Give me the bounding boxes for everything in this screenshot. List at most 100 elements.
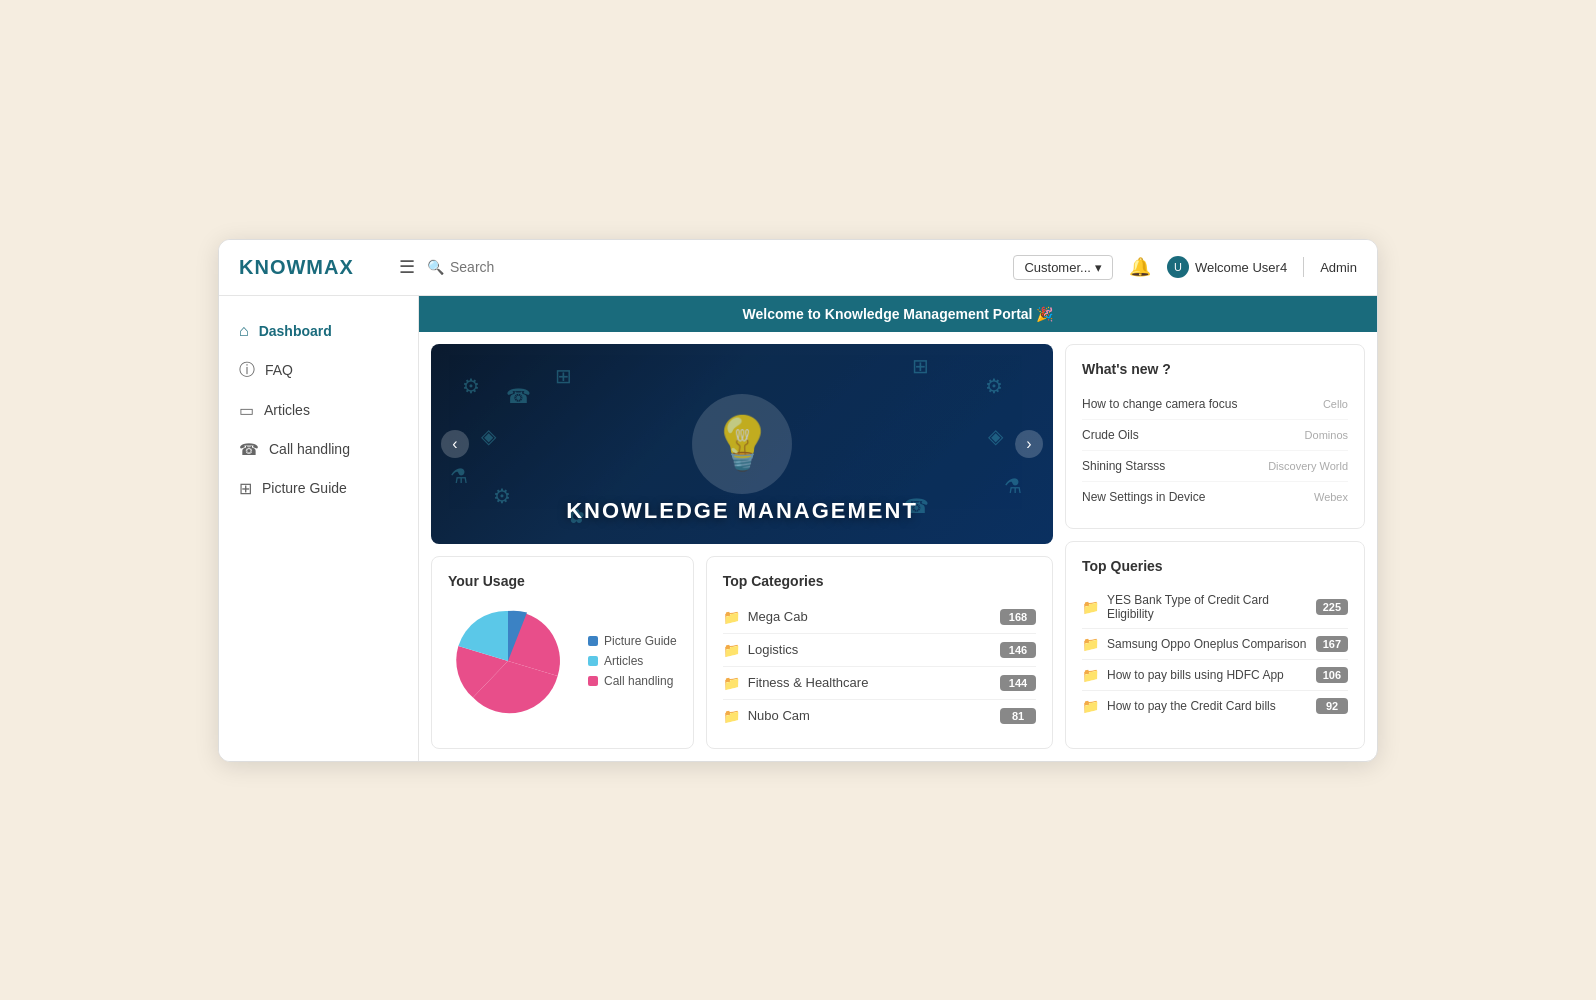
home-icon: ⌂ bbox=[239, 322, 249, 340]
list-item: 📁 YES Bank Type of Credit Card Eligibili… bbox=[1082, 586, 1348, 629]
category-name: Logistics bbox=[748, 642, 799, 657]
news-source: Webex bbox=[1314, 491, 1348, 503]
news-source: Discovery World bbox=[1268, 460, 1348, 472]
usage-card: Your Usage bbox=[431, 556, 694, 749]
category-name: Nubo Cam bbox=[748, 708, 810, 723]
category-count: 146 bbox=[1000, 642, 1036, 658]
sidebar-item-articles[interactable]: ▭ Articles bbox=[219, 391, 418, 430]
phone-icon: ☎ bbox=[239, 440, 259, 459]
list-item: Shining Starsss Discovery World bbox=[1082, 451, 1348, 482]
customer-label: Customer... bbox=[1024, 260, 1090, 275]
logo: KNOWMAX bbox=[239, 256, 399, 279]
legend-label: Call handling bbox=[604, 674, 673, 688]
divider bbox=[1303, 257, 1304, 277]
query-text: How to pay bills using HDFC App bbox=[1107, 668, 1284, 682]
welcome-text: Welcome User4 bbox=[1195, 260, 1287, 275]
search-icon: 🔍 bbox=[427, 259, 444, 275]
legend-dot-articles bbox=[588, 656, 598, 666]
legend-dot-picture-guide bbox=[588, 636, 598, 646]
sidebar-item-label: Picture Guide bbox=[262, 480, 347, 496]
query-left: 📁 Samsung Oppo Oneplus Comparison bbox=[1082, 636, 1308, 652]
top-categories-title: Top Categories bbox=[723, 573, 1036, 589]
folder-icon: 📁 bbox=[1082, 599, 1099, 615]
category-left: 📁 Fitness & Healthcare bbox=[723, 675, 869, 691]
list-item: How to change camera focus Cello bbox=[1082, 389, 1348, 420]
news-title: New Settings in Device bbox=[1082, 490, 1205, 504]
table-row: 📁 Nubo Cam 81 bbox=[723, 700, 1036, 732]
category-count: 144 bbox=[1000, 675, 1036, 691]
legend-item-picture-guide: Picture Guide bbox=[588, 634, 677, 648]
list-item: 📁 How to pay the Credit Card bills 92 bbox=[1082, 691, 1348, 721]
category-name: Mega Cab bbox=[748, 609, 808, 624]
query-count: 225 bbox=[1316, 599, 1348, 615]
legend-label: Articles bbox=[604, 654, 643, 668]
sidebar-item-faq[interactable]: ⓘ FAQ bbox=[219, 350, 418, 391]
table-row: 📁 Mega Cab 168 bbox=[723, 601, 1036, 634]
news-title: Shining Starsss bbox=[1082, 459, 1165, 473]
folder-icon: 📁 bbox=[1082, 667, 1099, 683]
folder-icon: 📁 bbox=[723, 708, 740, 724]
legend-dot-call-handling bbox=[588, 676, 598, 686]
sidebar-item-label: Dashboard bbox=[259, 323, 332, 339]
welcome-banner: Welcome to Knowledge Management Portal 🎉 bbox=[419, 296, 1377, 332]
sidebar-item-label: Call handling bbox=[269, 441, 350, 457]
app-container: KNOWMAX ☰ 🔍 Customer... ▾ 🔔 U Welcome Us… bbox=[218, 239, 1378, 762]
news-source: Cello bbox=[1323, 398, 1348, 410]
picture-icon: ⊞ bbox=[239, 479, 252, 498]
hamburger-icon[interactable]: ☰ bbox=[399, 256, 415, 278]
sidebar: ⌂ Dashboard ⓘ FAQ ▭ Articles ☎ Call hand… bbox=[219, 296, 419, 761]
sidebar-item-call-handling[interactable]: ☎ Call handling bbox=[219, 430, 418, 469]
admin-label: Admin bbox=[1320, 260, 1357, 275]
left-panel: ⚙ ⚗ ☎ ⚙ ⊞ ✿ ⊞ ⚙ ⚗ ☎ ◈ ◈ bbox=[431, 344, 1053, 749]
usage-content: Picture Guide Articles Call handling bbox=[448, 601, 677, 721]
top-queries-card: Top Queries 📁 YES Bank Type of Credit Ca… bbox=[1065, 541, 1365, 749]
user-section: U Welcome User4 bbox=[1167, 256, 1287, 278]
category-left: 📁 Logistics bbox=[723, 642, 799, 658]
category-count: 168 bbox=[1000, 609, 1036, 625]
query-left: 📁 YES Bank Type of Credit Card Eligibili… bbox=[1082, 593, 1308, 621]
carousel-prev-button[interactable]: ‹ bbox=[441, 430, 469, 458]
folder-icon: 📁 bbox=[723, 675, 740, 691]
search-wrapper: 🔍 bbox=[427, 259, 827, 275]
sidebar-item-picture-guide[interactable]: ⊞ Picture Guide bbox=[219, 469, 418, 508]
body-layout: ⌂ Dashboard ⓘ FAQ ▭ Articles ☎ Call hand… bbox=[219, 296, 1377, 761]
table-row: 📁 Fitness & Healthcare 144 bbox=[723, 667, 1036, 700]
query-left: 📁 How to pay the Credit Card bills bbox=[1082, 698, 1308, 714]
customer-dropdown[interactable]: Customer... ▾ bbox=[1013, 255, 1112, 280]
legend-label: Picture Guide bbox=[604, 634, 677, 648]
query-text: How to pay the Credit Card bills bbox=[1107, 699, 1276, 713]
bulb-icon: 💡 bbox=[710, 413, 775, 474]
right-panel: What's new ? How to change camera focus … bbox=[1065, 344, 1365, 749]
header-left: ☰ 🔍 bbox=[399, 256, 1013, 278]
legend-item-articles: Articles bbox=[588, 654, 677, 668]
sidebar-item-label: FAQ bbox=[265, 362, 293, 378]
list-item: 📁 How to pay bills using HDFC App 106 bbox=[1082, 660, 1348, 691]
main-content: Welcome to Knowledge Management Portal 🎉… bbox=[419, 296, 1377, 761]
list-item: Crude Oils Dominos bbox=[1082, 420, 1348, 451]
carousel-next-button[interactable]: › bbox=[1015, 430, 1043, 458]
news-title: How to change camera focus bbox=[1082, 397, 1237, 411]
faq-icon: ⓘ bbox=[239, 360, 255, 381]
carousel: ⚙ ⚗ ☎ ⚙ ⊞ ✿ ⊞ ⚙ ⚗ ☎ ◈ ◈ bbox=[431, 344, 1053, 544]
whats-new-title: What's new ? bbox=[1082, 361, 1348, 377]
top-queries-title: Top Queries bbox=[1082, 558, 1348, 574]
folder-icon: 📁 bbox=[1082, 636, 1099, 652]
pie-chart bbox=[448, 601, 568, 721]
query-left: 📁 How to pay bills using HDFC App bbox=[1082, 667, 1308, 683]
category-left: 📁 Nubo Cam bbox=[723, 708, 810, 724]
sidebar-item-dashboard[interactable]: ⌂ Dashboard bbox=[219, 312, 418, 350]
chevron-down-icon: ▾ bbox=[1095, 260, 1102, 275]
query-count: 92 bbox=[1316, 698, 1348, 714]
category-name: Fitness & Healthcare bbox=[748, 675, 869, 690]
bulb-circle: 💡 bbox=[692, 394, 792, 494]
carousel-title: KNOWLEDGE MANAGEMENT bbox=[431, 498, 1053, 524]
query-count: 106 bbox=[1316, 667, 1348, 683]
header-right: Customer... ▾ 🔔 U Welcome User4 Admin bbox=[1013, 255, 1357, 280]
header: KNOWMAX ☰ 🔍 Customer... ▾ 🔔 U Welcome Us… bbox=[219, 240, 1377, 296]
top-categories-card: Top Categories 📁 Mega Cab 168 📁 bbox=[706, 556, 1053, 749]
query-text: Samsung Oppo Oneplus Comparison bbox=[1107, 637, 1306, 651]
query-text: YES Bank Type of Credit Card Eligibility bbox=[1107, 593, 1308, 621]
search-input[interactable] bbox=[450, 259, 827, 275]
list-item: New Settings in Device Webex bbox=[1082, 482, 1348, 512]
bell-icon[interactable]: 🔔 bbox=[1129, 256, 1151, 278]
